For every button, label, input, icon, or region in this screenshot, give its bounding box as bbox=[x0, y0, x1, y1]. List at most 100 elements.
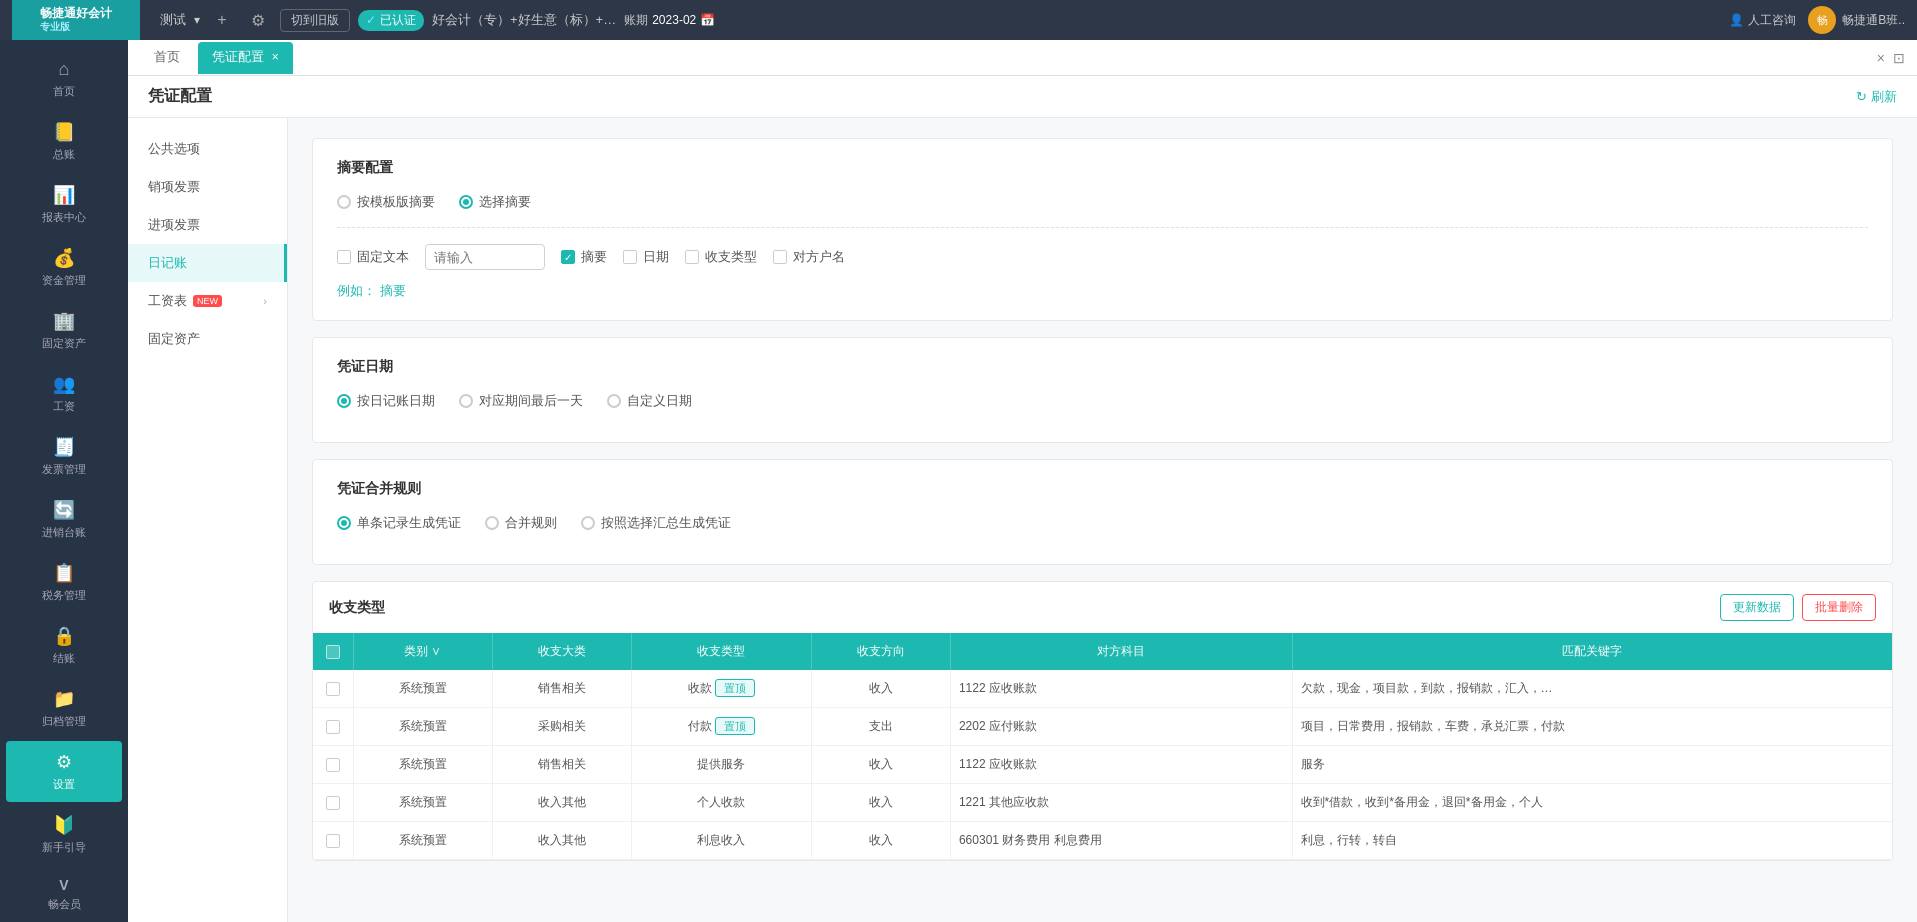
refresh-button[interactable]: ↻ 刷新 bbox=[1856, 88, 1897, 106]
td-checkbox-0[interactable] bbox=[313, 670, 353, 708]
radio-journal-date[interactable]: 按日记账日期 bbox=[337, 392, 435, 410]
fixed-text-input[interactable] bbox=[425, 244, 545, 270]
th-counter-subject: 对方科目 bbox=[950, 633, 1292, 670]
table-row: 系统预置 收入其他 个人收款 收入 1221 其他应收款 收到*借款，收到*备用… bbox=[313, 784, 1892, 822]
date-section-title: 凭证日期 bbox=[337, 358, 1868, 376]
td-counter-subject-2: 1122 应收账款 bbox=[950, 746, 1292, 784]
radio-summary-gen-circle bbox=[581, 516, 595, 530]
radio-template-summary[interactable]: 按模板版摘要 bbox=[337, 193, 435, 211]
reports-icon: 📊 bbox=[53, 184, 75, 206]
checkbox-fixed-text-box bbox=[337, 250, 351, 264]
header-middle: 测试 ▾ + ⚙ 切到旧版 ✓ 已认证 好会计（专）+好生意（标）+… 账期 2… bbox=[148, 6, 1721, 34]
checkbox-counterparty-label: 对方户名 bbox=[793, 248, 845, 266]
td-checkbox-3[interactable] bbox=[313, 784, 353, 822]
sidebar-item-reports[interactable]: 📊 报表中心 bbox=[6, 174, 122, 235]
td-income-cat-1: 采购相关 bbox=[492, 708, 631, 746]
sidebar-item-home[interactable]: ⌂ 首页 bbox=[6, 49, 122, 109]
sidebar-item-invoice-mgmt[interactable]: 🧾 发票管理 bbox=[6, 426, 122, 487]
menu-item-fixed-assets-menu[interactable]: 固定资产 bbox=[128, 320, 287, 358]
radio-single-circle bbox=[337, 516, 351, 530]
tab-close-icon[interactable]: × bbox=[272, 50, 279, 64]
sidebar-item-new-guide[interactable]: 🔰 新手引导 bbox=[6, 804, 122, 865]
user-menu[interactable]: 畅 畅捷通B班.. bbox=[1808, 6, 1905, 34]
batch-delete-button[interactable]: 批量删除 bbox=[1802, 594, 1876, 621]
switch-version-button[interactable]: 切到旧版 bbox=[280, 9, 350, 32]
th-income-type: 收支类型 bbox=[631, 633, 811, 670]
menu-item-payroll-table[interactable]: 工资表 NEW › bbox=[128, 282, 287, 320]
sidebar-item-funds[interactable]: 💰 资金管理 bbox=[6, 237, 122, 298]
tab-voucher-config[interactable]: 凭证配置 × bbox=[198, 42, 293, 74]
sidebar-item-membership[interactable]: V 畅会员 bbox=[6, 867, 122, 922]
sidebar-item-fixed-assets[interactable]: 🏢 固定资产 bbox=[6, 300, 122, 361]
checkboxes-row: 固定文本 摘要 日期 bbox=[337, 244, 1868, 270]
checkbox-income-type[interactable]: 收支类型 bbox=[685, 248, 757, 266]
radio-custom-date[interactable]: 自定义日期 bbox=[607, 392, 692, 410]
sidebar-item-closing[interactable]: 🔒 结账 bbox=[6, 615, 122, 676]
td-checkbox-2[interactable] bbox=[313, 746, 353, 784]
radio-select-summary[interactable]: 选择摘要 bbox=[459, 193, 531, 211]
checkbox-counterparty[interactable]: 对方户名 bbox=[773, 248, 845, 266]
sidebar-item-tax-mgmt[interactable]: 📋 税务管理 bbox=[6, 552, 122, 613]
radio-summary-gen[interactable]: 按照选择汇总生成凭证 bbox=[581, 514, 731, 532]
checkbox-fixed-text[interactable]: 固定文本 bbox=[337, 248, 409, 266]
header-chevron-icon[interactable]: ▾ bbox=[194, 13, 200, 27]
td-category-0: 系统预置 bbox=[353, 670, 492, 708]
username-label: 畅捷通B班.. bbox=[1842, 12, 1905, 29]
menu-item-journal[interactable]: 日记账 bbox=[128, 244, 287, 282]
radio-merge-label: 合并规则 bbox=[505, 514, 557, 532]
menu-item-purchase-invoice[interactable]: 进项发票 bbox=[128, 206, 287, 244]
sidebar-item-settings[interactable]: ⚙ 设置 bbox=[6, 741, 122, 802]
td-counter-subject-3: 1221 其他应收款 bbox=[950, 784, 1292, 822]
header-test-label: 测试 bbox=[160, 11, 186, 29]
example-row: 例如： 摘要 bbox=[337, 282, 1868, 300]
date-radio-group: 按日记账日期 对应期间最后一天 自定义日期 bbox=[337, 392, 1868, 410]
radio-single-label: 单条记录生成凭证 bbox=[357, 514, 461, 532]
radio-select-label: 选择摘要 bbox=[479, 193, 531, 211]
checkbox-date[interactable]: 日期 bbox=[623, 248, 669, 266]
update-data-button[interactable]: 更新数据 bbox=[1720, 594, 1794, 621]
radio-period-last[interactable]: 对应期间最后一天 bbox=[459, 392, 583, 410]
td-checkbox-4[interactable] bbox=[313, 822, 353, 860]
funds-icon: 💰 bbox=[53, 247, 75, 269]
certified-label: 已认证 bbox=[380, 12, 416, 29]
sidebar-item-archive[interactable]: 📁 归档管理 bbox=[6, 678, 122, 739]
td-category-4: 系统预置 bbox=[353, 822, 492, 860]
tab-home[interactable]: 首页 bbox=[140, 42, 194, 74]
td-direction-3: 收入 bbox=[811, 784, 950, 822]
tab-bar: 首页 凭证配置 × × ⊡ bbox=[128, 40, 1917, 76]
menu-item-sales-invoice[interactable]: 销项发票 bbox=[128, 168, 287, 206]
td-direction-0: 收入 bbox=[811, 670, 950, 708]
radio-custom-date-label: 自定义日期 bbox=[627, 392, 692, 410]
tab-bar-right: × ⊡ bbox=[1877, 50, 1905, 66]
sidebar-item-ledger[interactable]: 📒 总账 bbox=[6, 111, 122, 172]
add-icon[interactable]: + bbox=[208, 6, 236, 34]
purchase-sales-icon: 🔄 bbox=[53, 499, 75, 521]
checkbox-income-type-label: 收支类型 bbox=[705, 248, 757, 266]
checkbox-summary[interactable]: 摘要 bbox=[561, 248, 607, 266]
th-checkbox[interactable] bbox=[313, 633, 353, 670]
td-match-keyword-4: 利息，行转，转自 bbox=[1292, 822, 1892, 860]
tax-mgmt-icon: 📋 bbox=[53, 562, 75, 584]
radio-merge-rule[interactable]: 合并规则 bbox=[485, 514, 557, 532]
settings-icon[interactable]: ⚙ bbox=[244, 6, 272, 34]
tab-bar-expand-icon[interactable]: ⊡ bbox=[1893, 50, 1905, 66]
tab-bar-close-icon[interactable]: × bbox=[1877, 50, 1885, 66]
sidebar-item-payroll[interactable]: 👥 工资 bbox=[6, 363, 122, 424]
td-match-keyword-1: 项目，日常费用，报销款，车费，承兑汇票，付款 bbox=[1292, 708, 1892, 746]
service-button[interactable]: 👤 人工咨询 bbox=[1729, 12, 1796, 29]
menu-item-public[interactable]: 公共选项 bbox=[128, 130, 287, 168]
td-match-keyword-3: 收到*借款，收到*备用金，退回*备用金，个人 bbox=[1292, 784, 1892, 822]
sidebar-item-purchase-sales[interactable]: 🔄 进销台账 bbox=[6, 489, 122, 550]
radio-single-record[interactable]: 单条记录生成凭证 bbox=[337, 514, 461, 532]
new-badge: NEW bbox=[193, 295, 222, 307]
company-tags: 好会计（专）+好生意（标）+… bbox=[432, 11, 616, 29]
income-type-section: 收支类型 更新数据 批量删除 bbox=[312, 581, 1893, 861]
menu-item-purchase-invoice-label: 进项发票 bbox=[148, 216, 200, 234]
checkbox-summary-box bbox=[561, 250, 575, 264]
invoice-mgmt-icon: 🧾 bbox=[53, 436, 75, 458]
income-type-tbody: 系统预置 销售相关 收款 置顶 收入 1122 应收账款 欠款，现金，项目款，到… bbox=[313, 670, 1892, 860]
td-checkbox-1[interactable] bbox=[313, 708, 353, 746]
td-income-type-1: 付款 置顶 bbox=[631, 708, 811, 746]
summary-section: 摘要配置 按模板版摘要 选择摘要 bbox=[312, 138, 1893, 321]
menu-item-fixed-assets-label: 固定资产 bbox=[148, 330, 200, 348]
